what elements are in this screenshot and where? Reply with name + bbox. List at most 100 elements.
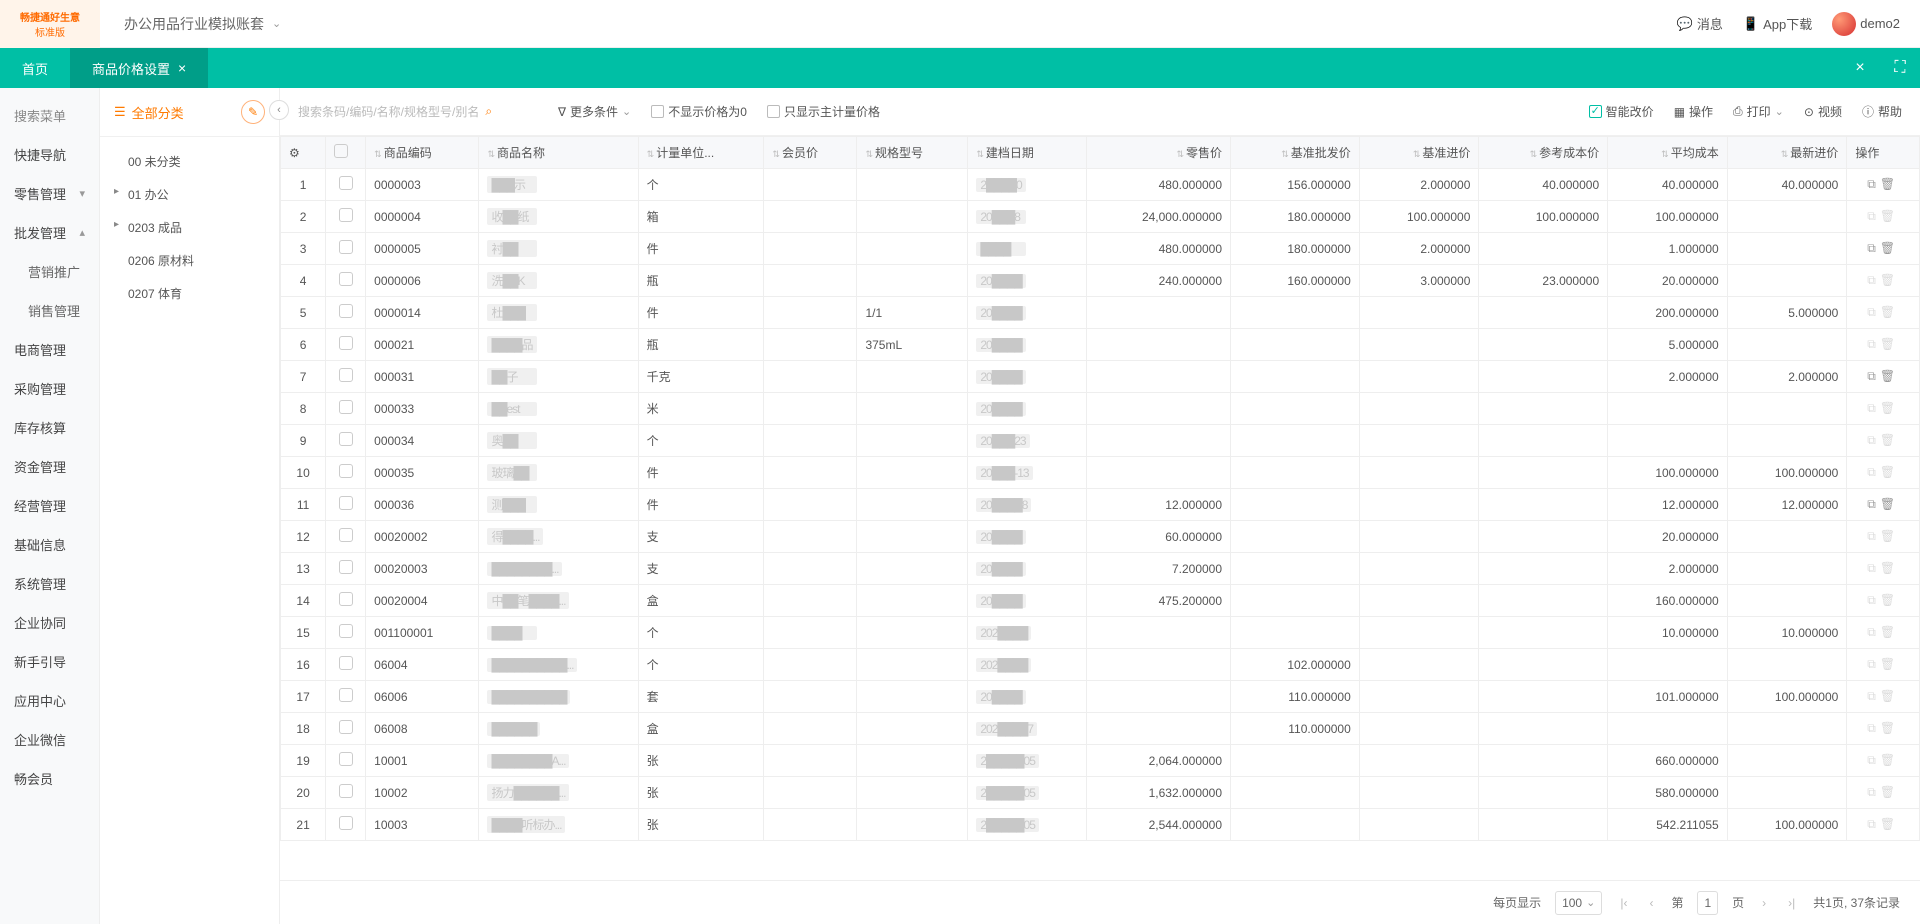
copy-icon[interactable]: ⧉ xyxy=(1867,337,1880,351)
row-checkbox[interactable] xyxy=(339,464,353,478)
sidebar-item[interactable]: 电商管理 xyxy=(0,330,99,369)
column-header[interactable]: ⇅商品编码 xyxy=(366,137,479,169)
row-checkbox[interactable] xyxy=(339,752,353,766)
row-checkbox[interactable] xyxy=(339,784,353,798)
table-row[interactable]: 2010002扬力██████...张2█████051,632.0000005… xyxy=(281,777,1920,809)
row-checkbox[interactable] xyxy=(339,720,353,734)
sidebar-item[interactable]: 批发管理▴ xyxy=(0,213,99,252)
table-row[interactable]: 1606004██████████...个202████102.000000⧉🗑 xyxy=(281,649,1920,681)
tab-home[interactable]: 首页 xyxy=(0,48,70,88)
account-selector[interactable]: 办公用品行业模拟账套 ⌄ xyxy=(100,14,305,34)
row-checkbox[interactable] xyxy=(339,592,353,606)
table-row[interactable]: 10000003███示个2████0480.000000156.0000002… xyxy=(281,169,1920,201)
copy-icon[interactable]: ⧉ xyxy=(1867,561,1880,575)
operations-menu[interactable]: ▦操作 xyxy=(1674,103,1713,120)
sidebar-search[interactable]: 搜索菜单 xyxy=(0,96,99,135)
sidebar-item[interactable]: 库存核算 xyxy=(0,408,99,447)
column-header[interactable]: ⇅零售价 xyxy=(1086,137,1230,169)
row-checkbox[interactable] xyxy=(339,528,353,542)
sidebar-subitem[interactable]: 销售管理 xyxy=(0,291,99,330)
sidebar-item[interactable]: 应用中心 xyxy=(0,681,99,720)
table-row[interactable]: 1806008██████盒202████7110.000000⧉🗑 xyxy=(281,713,1920,745)
sidebar-item[interactable]: 畅会员 xyxy=(0,759,99,798)
column-header[interactable]: ⇅会员价 xyxy=(764,137,857,169)
row-checkbox[interactable] xyxy=(339,304,353,318)
help-button[interactable]: ⓘ帮助 xyxy=(1862,103,1902,120)
user-menu[interactable]: demo2 xyxy=(1832,12,1900,36)
sidebar-item[interactable]: 采购管理 xyxy=(0,369,99,408)
tab-price-settings[interactable]: 商品价格设置 × xyxy=(70,48,208,88)
sidebar-item[interactable]: 零售管理▾ xyxy=(0,174,99,213)
table-row[interactable]: 30000005衬██件████480.000000180.0000002.00… xyxy=(281,233,1920,265)
next-page[interactable]: › xyxy=(1758,896,1770,910)
row-checkbox[interactable] xyxy=(339,624,353,638)
table-row[interactable]: 1200020002得████...支20████60.00000020.000… xyxy=(281,521,1920,553)
per-page-select[interactable]: 100 ⌄ xyxy=(1555,891,1602,915)
smart-price-button[interactable]: 智能改价 xyxy=(1589,103,1654,120)
table-row[interactable]: 50000014杜███件1/120████200.0000005.000000… xyxy=(281,297,1920,329)
column-header[interactable]: ⇅计量单位... xyxy=(638,137,764,169)
table-row[interactable]: 1910001████████A...张2█████052,064.000000… xyxy=(281,745,1920,777)
copy-icon[interactable]: ⧉ xyxy=(1867,465,1880,479)
copy-icon[interactable]: ⧉ xyxy=(1867,369,1880,383)
last-page[interactable]: ›| xyxy=(1784,896,1799,910)
category-item[interactable]: 01 办公 xyxy=(100,178,279,211)
delete-icon[interactable]: 🗑 xyxy=(1880,657,1899,671)
table-row[interactable]: 1300020003████████...支20████7.2000002.00… xyxy=(281,553,1920,585)
delete-icon[interactable]: 🗑 xyxy=(1880,817,1899,831)
column-header[interactable]: ⇅规格型号 xyxy=(857,137,968,169)
table-row[interactable]: 9000034奥██个20███23⧉🗑 xyxy=(281,425,1920,457)
delete-icon[interactable]: 🗑 xyxy=(1880,273,1899,287)
row-checkbox[interactable] xyxy=(339,400,353,414)
row-checkbox[interactable] xyxy=(339,432,353,446)
first-page[interactable]: |‹ xyxy=(1616,896,1631,910)
page-input[interactable]: 1 xyxy=(1697,891,1718,915)
hide-zero-price-checkbox[interactable]: 不显示价格为0 xyxy=(651,103,747,120)
table-row[interactable]: 7000031██子千克20████2.0000002.000000⧉🗑 xyxy=(281,361,1920,393)
copy-icon[interactable]: ⧉ xyxy=(1867,433,1880,447)
column-header[interactable]: ⇅最新进价 xyxy=(1727,137,1847,169)
more-filters[interactable]: ∇ 更多条件 ⌄ xyxy=(558,103,631,120)
print-button[interactable]: ⎙打印⌄ xyxy=(1733,103,1784,120)
column-header[interactable]: ⚙ xyxy=(281,137,326,169)
copy-icon[interactable]: ⧉ xyxy=(1867,177,1880,191)
sidebar-item[interactable]: 基础信息 xyxy=(0,525,99,564)
table-row[interactable]: 15001100001████个202████10.00000010.00000… xyxy=(281,617,1920,649)
copy-icon[interactable]: ⧉ xyxy=(1867,209,1880,223)
delete-icon[interactable]: 🗑 xyxy=(1880,497,1899,511)
sidebar-item[interactable]: 资金管理 xyxy=(0,447,99,486)
copy-icon[interactable]: ⧉ xyxy=(1867,305,1880,319)
column-header[interactable]: ⇅基准进价 xyxy=(1359,137,1479,169)
delete-icon[interactable]: 🗑 xyxy=(1880,305,1899,319)
delete-icon[interactable]: 🗑 xyxy=(1880,401,1899,415)
sidebar-item[interactable]: 快捷导航 xyxy=(0,135,99,174)
column-header[interactable]: ⇅平均成本 xyxy=(1608,137,1728,169)
sidebar-subitem[interactable]: 营销推广 xyxy=(0,252,99,291)
column-header[interactable]: ⇅基准批发价 xyxy=(1231,137,1360,169)
row-checkbox[interactable] xyxy=(339,208,353,222)
main-unit-only-checkbox[interactable]: 只显示主计量价格 xyxy=(767,103,880,120)
copy-icon[interactable]: ⧉ xyxy=(1867,625,1880,639)
delete-icon[interactable]: 🗑 xyxy=(1880,785,1899,799)
delete-icon[interactable]: 🗑 xyxy=(1880,241,1899,255)
copy-icon[interactable]: ⧉ xyxy=(1867,401,1880,415)
fullscreen-icon[interactable]: ⛶ xyxy=(1880,48,1920,88)
copy-icon[interactable]: ⧉ xyxy=(1867,785,1880,799)
copy-icon[interactable]: ⧉ xyxy=(1867,721,1880,735)
delete-icon[interactable]: 🗑 xyxy=(1880,689,1899,703)
row-checkbox[interactable] xyxy=(339,816,353,830)
table-row[interactable]: 11000036测███件20████812.00000012.00000012… xyxy=(281,489,1920,521)
copy-icon[interactable]: ⧉ xyxy=(1867,497,1880,511)
table-row[interactable]: 6000021████品瓶375mL20████5.000000⧉🗑 xyxy=(281,329,1920,361)
row-checkbox[interactable] xyxy=(339,368,353,382)
copy-icon[interactable]: ⧉ xyxy=(1867,273,1880,287)
table-row[interactable]: 2110003████听标办...张2█████052,544.00000054… xyxy=(281,809,1920,841)
delete-icon[interactable]: 🗑 xyxy=(1880,593,1899,607)
copy-icon[interactable]: ⧉ xyxy=(1867,241,1880,255)
edit-category-button[interactable]: ✎ xyxy=(241,100,265,124)
sidebar-item[interactable]: 新手引导 xyxy=(0,642,99,681)
table-row[interactable]: 20000004收██纸箱20███824,000.000000180.0000… xyxy=(281,201,1920,233)
column-header[interactable]: ⇅参考成本价 xyxy=(1479,137,1608,169)
copy-icon[interactable]: ⧉ xyxy=(1867,593,1880,607)
close-icon[interactable]: × xyxy=(178,60,186,76)
